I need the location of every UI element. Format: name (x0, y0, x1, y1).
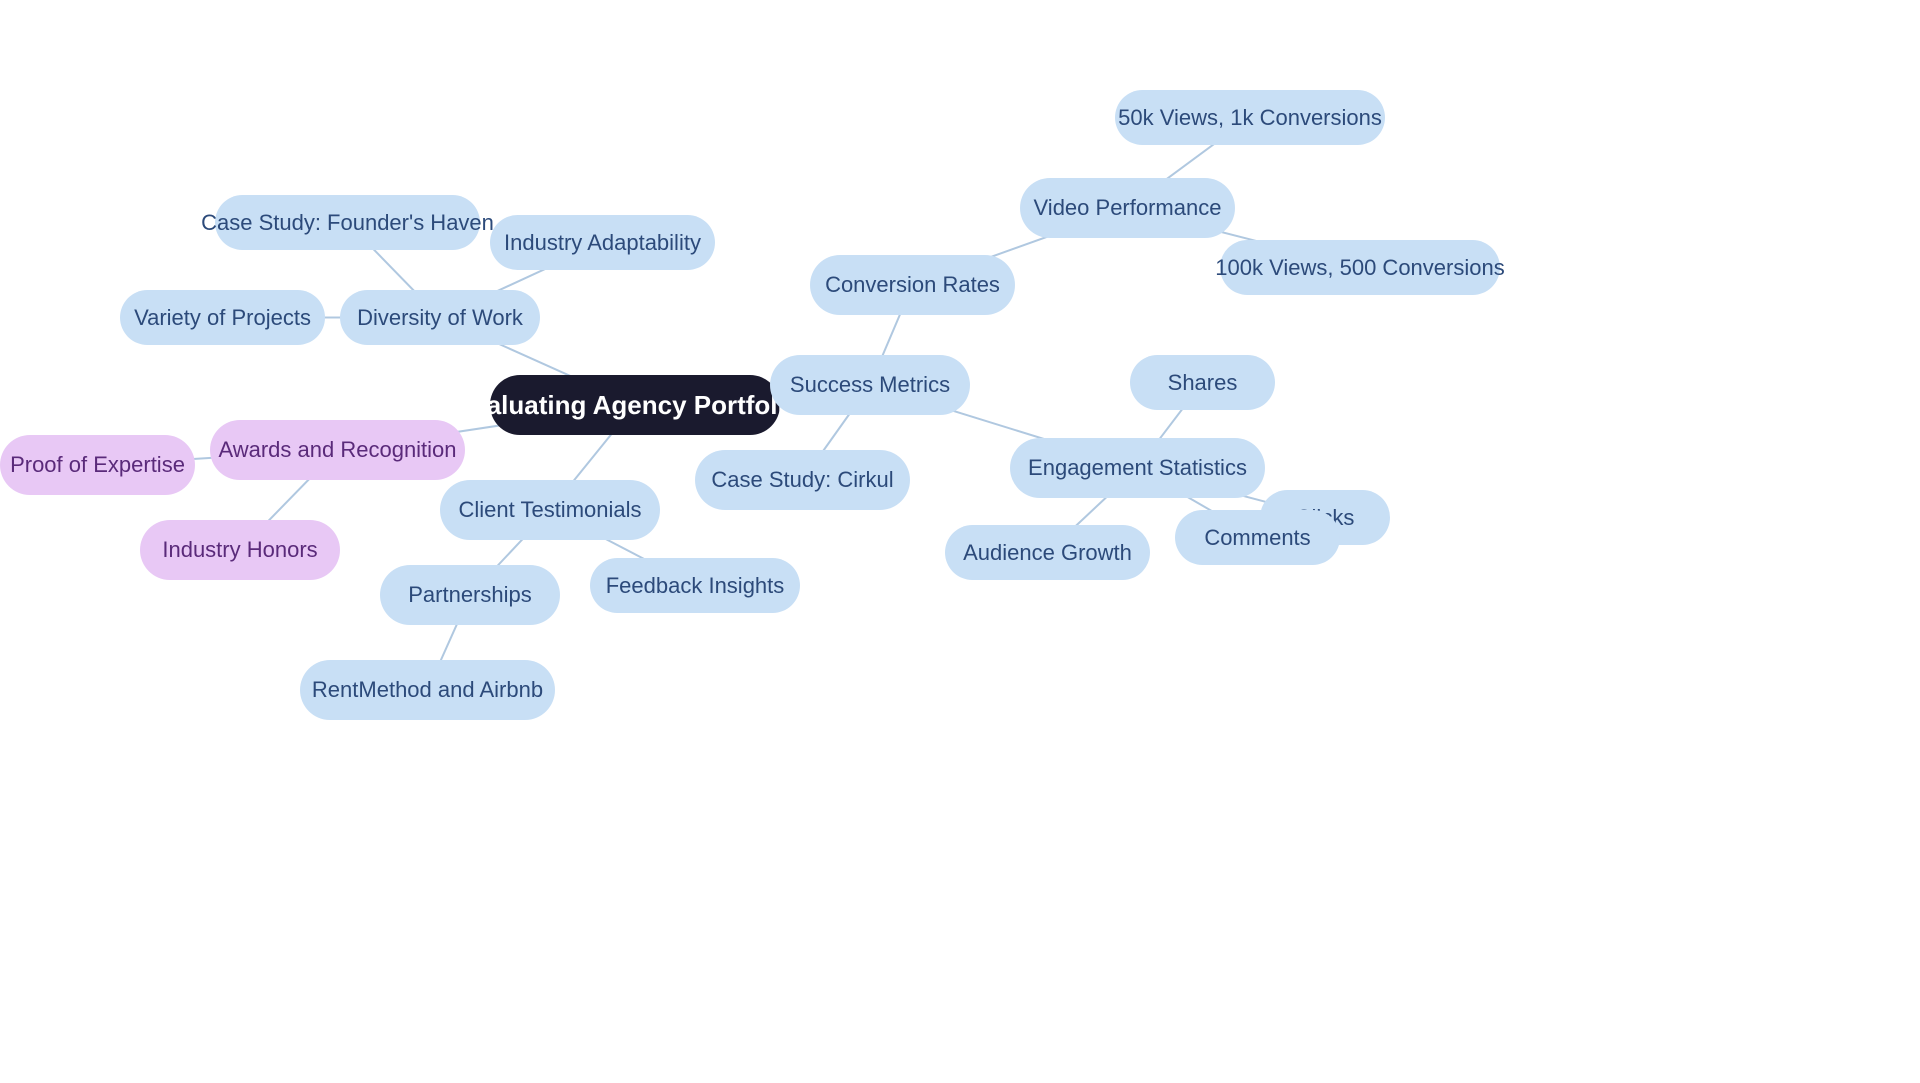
node-center: Evaluating Agency Portfolios (490, 375, 780, 435)
node-case_study_cirkul: Case Study: Cirkul (695, 450, 910, 510)
mindmap-container: Evaluating Agency Portfolios Diversity of… (0, 0, 1920, 1083)
node-audience_growth: Audience Growth (945, 525, 1150, 580)
node-comments: Comments (1175, 510, 1340, 565)
node-engagement_statistics: Engagement Statistics (1010, 438, 1265, 498)
node-conversion_rates: Conversion Rates (810, 255, 1015, 315)
node-proof_of_expertise: Proof of Expertise (0, 435, 195, 495)
node-video_performance: Video Performance (1020, 178, 1235, 238)
node-awards_recognition: Awards and Recognition (210, 420, 465, 480)
node-case_study_founders: Case Study: Founder's Haven (215, 195, 480, 250)
node-industry_adaptability: Industry Adaptability (490, 215, 715, 270)
node-client_testimonials: Client Testimonials (440, 480, 660, 540)
node-rentmethod: RentMethod and Airbnb (300, 660, 555, 720)
node-industry_honors: Industry Honors (140, 520, 340, 580)
node-success_metrics: Success Metrics (770, 355, 970, 415)
node-partnerships: Partnerships (380, 565, 560, 625)
node-views_1k: 50k Views, 1k Conversions (1115, 90, 1385, 145)
node-shares: Shares (1130, 355, 1275, 410)
node-views_500: 100k Views, 500 Conversions (1220, 240, 1500, 295)
node-diversity_of_work: Diversity of Work (340, 290, 540, 345)
node-feedback_insights: Feedback Insights (590, 558, 800, 613)
node-variety_of_projects: Variety of Projects (120, 290, 325, 345)
